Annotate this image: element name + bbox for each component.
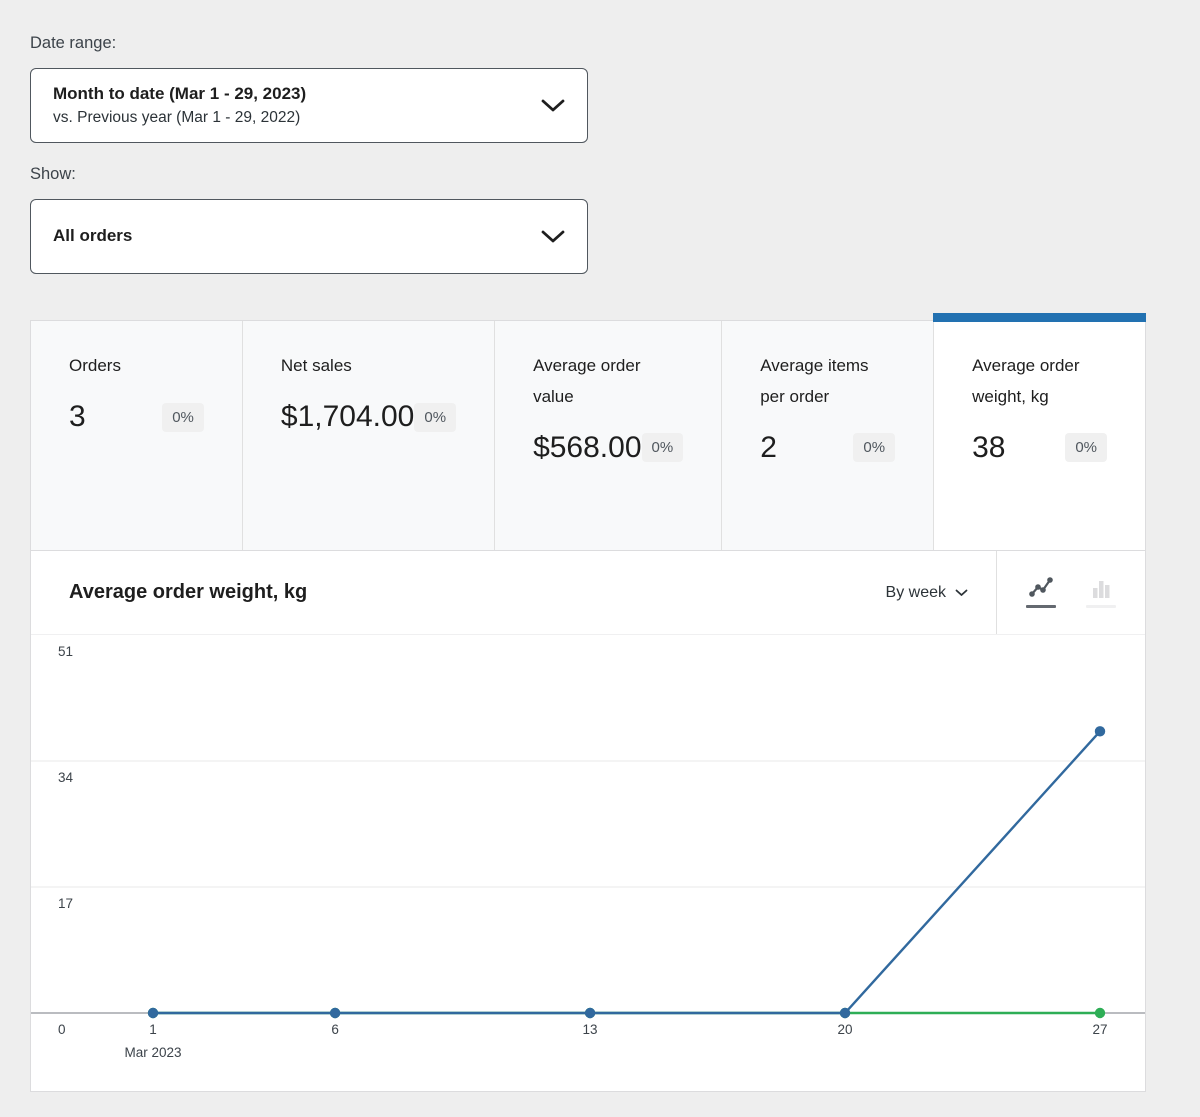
- summary-card-value: $1,704.00: [280, 400, 415, 434]
- chevron-down-icon: [955, 589, 968, 596]
- delta-badge: 0%: [162, 402, 204, 432]
- date-range-compare: vs. Previous year (Mar 1 - 29, 2022): [53, 108, 301, 126]
- summary-card-net-sales[interactable]: Net sales $1,704.00 0%: [241, 321, 495, 551]
- svg-text:34: 34: [58, 770, 74, 785]
- date-range-select-text: Month to date (Mar 1 - 29, 2023) vs. Pre…: [53, 82, 306, 129]
- svg-text:Mar 2023: Mar 2023: [124, 1045, 181, 1060]
- line-chart-icon: [1029, 577, 1054, 597]
- analytics-page: Date range: Month to date (Mar 1 - 29, 2…: [30, 0, 1146, 1093]
- svg-text:27: 27: [1092, 1022, 1107, 1037]
- chart-plot-area: 17 34 51 0 1 6 13 20 27 Mar 2023: [31, 635, 1145, 1091]
- show-select[interactable]: All orders: [30, 199, 588, 275]
- chart-type-toggle: [997, 551, 1145, 634]
- active-type-indicator: [1026, 605, 1057, 609]
- interval-select[interactable]: By week: [858, 551, 996, 634]
- delta-badge: 0%: [414, 402, 457, 432]
- date-range-value: Month to date (Mar 1 - 29, 2023): [53, 84, 307, 103]
- show-label: Show:: [30, 165, 76, 184]
- delta-badge: 0%: [641, 433, 684, 463]
- show-value: All orders: [53, 226, 133, 246]
- summary-card-value: 3: [69, 400, 86, 434]
- delta-badge: 0%: [1065, 433, 1108, 463]
- delta-badge: 0%: [853, 433, 896, 463]
- summary-card-orders[interactable]: Orders 3 0%: [31, 321, 242, 551]
- summary-card-label: Orders: [69, 356, 121, 376]
- bar-chart-toggle-button[interactable]: [1085, 577, 1116, 609]
- svg-text:51: 51: [58, 644, 73, 659]
- svg-text:13: 13: [583, 1022, 598, 1037]
- summary-card-label: Average order weight, kg: [972, 356, 1080, 407]
- summary-card-label: Net sales: [280, 356, 352, 376]
- date-range-label: Date range:: [30, 34, 117, 52]
- interval-label: By week: [885, 583, 946, 601]
- summary-card-average-order-value[interactable]: Average order value $568.00 0%: [494, 321, 722, 551]
- summary-card-value: $568.00: [533, 430, 642, 464]
- chevron-down-icon: [541, 230, 565, 243]
- svg-text:17: 17: [58, 896, 73, 911]
- summary-card-average-items-per-order[interactable]: Average items per order 2 0%: [721, 321, 934, 551]
- summary-card-average-order-weight[interactable]: Average order weight, kg 38 0%: [933, 313, 1146, 551]
- chart-controls: By week: [858, 551, 1145, 635]
- svg-text:0: 0: [58, 1022, 66, 1037]
- summary-card-value: 2: [760, 430, 777, 464]
- line-chart-toggle-button[interactable]: [1026, 577, 1057, 609]
- summary-card-label: Average order value: [533, 356, 641, 407]
- summary-card-value: 38: [972, 430, 1006, 464]
- inactive-type-indicator: [1085, 605, 1116, 609]
- summary-card-label: Average items per order: [760, 356, 869, 407]
- svg-text:20: 20: [838, 1022, 853, 1037]
- chevron-down-icon: [541, 99, 565, 111]
- bar-chart-icon: [1092, 581, 1110, 599]
- chart-title: Average order weight, kg: [69, 581, 308, 604]
- chart-header: Average order weight, kg By week: [31, 551, 1145, 636]
- svg-text:6: 6: [331, 1022, 339, 1037]
- date-range-select[interactable]: Month to date (Mar 1 - 29, 2023) vs. Pre…: [30, 68, 588, 144]
- chart-block: Orders 3 0% Net sales $1,704.00 0% Avera…: [30, 313, 1146, 1093]
- line-chart: 17 34 51 0 1 6 13 20 27 Mar 2023: [31, 644, 1145, 1060]
- svg-text:1: 1: [149, 1022, 157, 1037]
- summary-numbers: Orders 3 0% Net sales $1,704.00 0% Avera…: [31, 313, 1146, 552]
